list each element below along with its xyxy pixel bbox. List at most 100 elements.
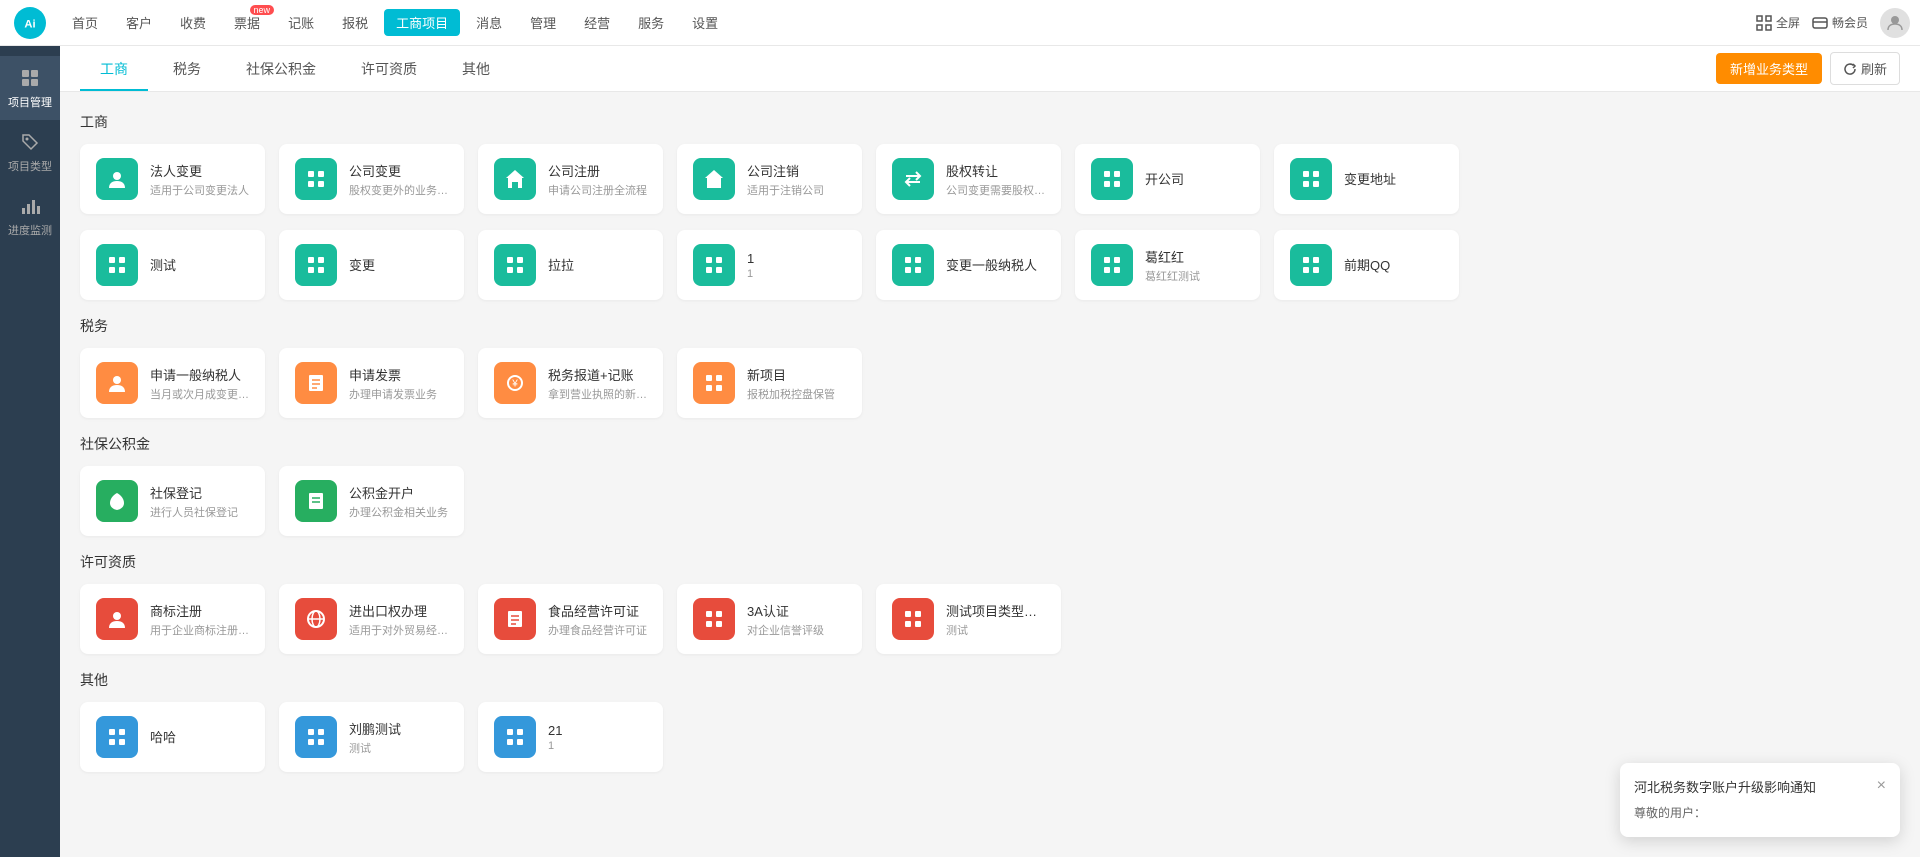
card-trademark[interactable]: 商标注册 用于企业商标注册服务 bbox=[80, 584, 265, 654]
card-info-change-taxpayer: 变更一般纳税人 bbox=[946, 255, 1045, 276]
card-lala[interactable]: 拉拉 bbox=[478, 230, 663, 300]
refresh-button[interactable]: 刷新 bbox=[1830, 52, 1900, 85]
tab-license[interactable]: 许可资质 bbox=[341, 49, 437, 91]
card-info-import-export: 进出口权办理 适用于对外贸易经营者 bbox=[349, 601, 448, 638]
nav-item-services[interactable]: 服务 bbox=[626, 9, 676, 36]
card-desc-company-cancel: 适用于注销公司 bbox=[747, 182, 846, 198]
nav-item-messages[interactable]: 消息 bbox=[464, 9, 514, 36]
card-3a-cert[interactable]: 3A认证 对企业信誉评级 bbox=[677, 584, 862, 654]
card-desc-liupengtest: 测试 bbox=[349, 740, 448, 756]
card-info-lala: 拉拉 bbox=[548, 255, 647, 276]
card-open-company[interactable]: 开公司 bbox=[1075, 144, 1260, 214]
card-icon-change bbox=[295, 244, 337, 286]
fullscreen-btn[interactable]: 全屏 bbox=[1756, 14, 1800, 31]
card-one[interactable]: 1 1 bbox=[677, 230, 862, 300]
add-business-type-button[interactable]: 新增业务类型 bbox=[1716, 53, 1822, 84]
card-icon-food-license bbox=[494, 598, 536, 640]
app-logo[interactable]: Ai bbox=[10, 3, 50, 43]
nav-item-business[interactable]: 工商项目 bbox=[384, 9, 460, 36]
nav-item-home[interactable]: 首页 bbox=[60, 9, 110, 36]
card-icon-tax-report: ¥ bbox=[494, 362, 536, 404]
card-haha[interactable]: 哈哈 bbox=[80, 702, 265, 772]
card-fund-open[interactable]: 公积金开户 办理公积金相关业务 bbox=[279, 466, 464, 536]
card-info-open-company: 开公司 bbox=[1145, 169, 1244, 190]
notification-body: 尊敬的用户： bbox=[1634, 804, 1886, 823]
card-apply-taxpayer[interactable]: 申请一般纳税人 当月或次月成变更完成 bbox=[80, 348, 265, 418]
nav-item-settings[interactable]: 设置 bbox=[680, 9, 730, 36]
card-company-cancel[interactable]: 公司注销 适用于注销公司 bbox=[677, 144, 862, 214]
card-icon-new-project bbox=[693, 362, 735, 404]
sidebar-item-project-type[interactable]: 项目类型 bbox=[0, 120, 60, 184]
card-test-type-def[interactable]: 测试项目类型目定义 测试 bbox=[876, 584, 1061, 654]
card-company-change[interactable]: 公司变更 股权变更外的业务变更 bbox=[279, 144, 464, 214]
notification-close-button[interactable]: × bbox=[1877, 777, 1886, 795]
card-desc-food-license: 办理食品经营许可证 bbox=[548, 622, 647, 638]
card-company-register[interactable]: 公司注册 申请公司注册全流程 bbox=[478, 144, 663, 214]
card-title-legal-change: 法人变更 bbox=[150, 161, 249, 180]
card-twentyone[interactable]: 21 1 bbox=[478, 702, 663, 772]
member-btn[interactable]: 畅会员 bbox=[1812, 14, 1868, 31]
card-title-apply-taxpayer: 申请一般纳税人 bbox=[150, 365, 249, 384]
tab-tax[interactable]: 税务 bbox=[153, 49, 221, 91]
card-desc-new-project: 报税加税控盘保管 bbox=[747, 386, 846, 402]
tab-other[interactable]: 其他 bbox=[442, 49, 510, 91]
card-qianqiQQ[interactable]: 前期QQ bbox=[1274, 230, 1459, 300]
cards-grid-business2: 测试 变更 拉拉 bbox=[80, 230, 1900, 300]
sidebar-label-project-type: 项目类型 bbox=[8, 158, 52, 174]
card-info-gehonghong: 葛红红 葛红红测试 bbox=[1145, 247, 1244, 284]
sidebar-item-progress-monitor[interactable]: 进度监测 bbox=[0, 184, 60, 248]
card-change[interactable]: 变更 bbox=[279, 230, 464, 300]
nav-item-tax[interactable]: 报税 bbox=[330, 9, 380, 36]
card-test[interactable]: 测试 bbox=[80, 230, 265, 300]
nav-item-accounting[interactable]: 记账 bbox=[276, 9, 326, 36]
section-title-business: 工商 bbox=[80, 112, 1900, 132]
member-icon bbox=[1812, 15, 1828, 31]
nav-item-management[interactable]: 管理 bbox=[518, 9, 568, 36]
card-desc-gehonghong: 葛红红测试 bbox=[1145, 268, 1244, 284]
card-title-3a-cert: 3A认证 bbox=[747, 601, 846, 620]
card-info-apply-taxpayer: 申请一般纳税人 当月或次月成变更完成 bbox=[150, 365, 249, 402]
card-title-twentyone: 21 bbox=[548, 723, 647, 738]
card-tax-report[interactable]: ¥ 税务报道+记账 拿到营业执照的新公司 bbox=[478, 348, 663, 418]
card-title-change-address: 变更地址 bbox=[1344, 169, 1443, 188]
chart-icon bbox=[18, 194, 42, 218]
card-info-company-change: 公司变更 股权变更外的业务变更 bbox=[349, 161, 448, 198]
nav-item-tickets[interactable]: 票据 new bbox=[222, 9, 272, 36]
nav-item-collection[interactable]: 收费 bbox=[168, 9, 218, 36]
card-desc-social-register: 进行人员社保登记 bbox=[150, 504, 249, 520]
section-title-other: 其他 bbox=[80, 670, 1900, 690]
nav-item-customers[interactable]: 客户 bbox=[114, 9, 164, 36]
card-icon-3a-cert bbox=[693, 598, 735, 640]
card-legal-change[interactable]: 法人变更 适用于公司变更法人 bbox=[80, 144, 265, 214]
card-title-social-register: 社保登记 bbox=[150, 483, 249, 502]
card-info-change: 变更 bbox=[349, 255, 448, 276]
card-import-export[interactable]: 进出口权办理 适用于对外贸易经营者 bbox=[279, 584, 464, 654]
card-social-register[interactable]: 社保登记 进行人员社保登记 bbox=[80, 466, 265, 536]
nav-item-operation[interactable]: 经营 bbox=[572, 9, 622, 36]
card-new-project[interactable]: 新项目 报税加税控盘保管 bbox=[677, 348, 862, 418]
card-icon-import-export bbox=[295, 598, 337, 640]
card-desc-equity-transfer: 公司变更需要股权转让 bbox=[946, 182, 1045, 198]
tab-bar: 工商 税务 社保公积金 许可资质 其他 bbox=[60, 46, 1716, 91]
tab-business[interactable]: 工商 bbox=[80, 49, 148, 91]
card-icon-equity-transfer bbox=[892, 158, 934, 200]
tab-social-security[interactable]: 社保公积金 bbox=[226, 49, 336, 91]
card-desc-fund-open: 办理公积金相关业务 bbox=[349, 504, 448, 520]
card-desc-apply-invoice: 办理申请发票业务 bbox=[349, 386, 448, 402]
card-liupengtest[interactable]: 刘鹏测试 测试 bbox=[279, 702, 464, 772]
badge-new: new bbox=[250, 5, 275, 15]
card-title-trademark: 商标注册 bbox=[150, 601, 249, 620]
card-icon-social-register bbox=[96, 480, 138, 522]
card-title-fund-open: 公积金开户 bbox=[349, 483, 448, 502]
card-food-license[interactable]: 食品经营许可证 办理食品经营许可证 bbox=[478, 584, 663, 654]
card-info-legal-change: 法人变更 适用于公司变更法人 bbox=[150, 161, 249, 198]
card-change-taxpayer[interactable]: 变更一般纳税人 bbox=[876, 230, 1061, 300]
card-equity-transfer[interactable]: 股权转让 公司变更需要股权转让 bbox=[876, 144, 1061, 214]
card-gehonghong[interactable]: 葛红红 葛红红测试 bbox=[1075, 230, 1260, 300]
user-avatar[interactable] bbox=[1880, 8, 1910, 38]
card-title-company-change: 公司变更 bbox=[349, 161, 448, 180]
card-apply-invoice[interactable]: 申请发票 办理申请发票业务 bbox=[279, 348, 464, 418]
card-change-address[interactable]: 变更地址 bbox=[1274, 144, 1459, 214]
sidebar-label-project-management: 项目管理 bbox=[8, 94, 52, 110]
sidebar-item-project-management[interactable]: 项目管理 bbox=[0, 56, 60, 120]
